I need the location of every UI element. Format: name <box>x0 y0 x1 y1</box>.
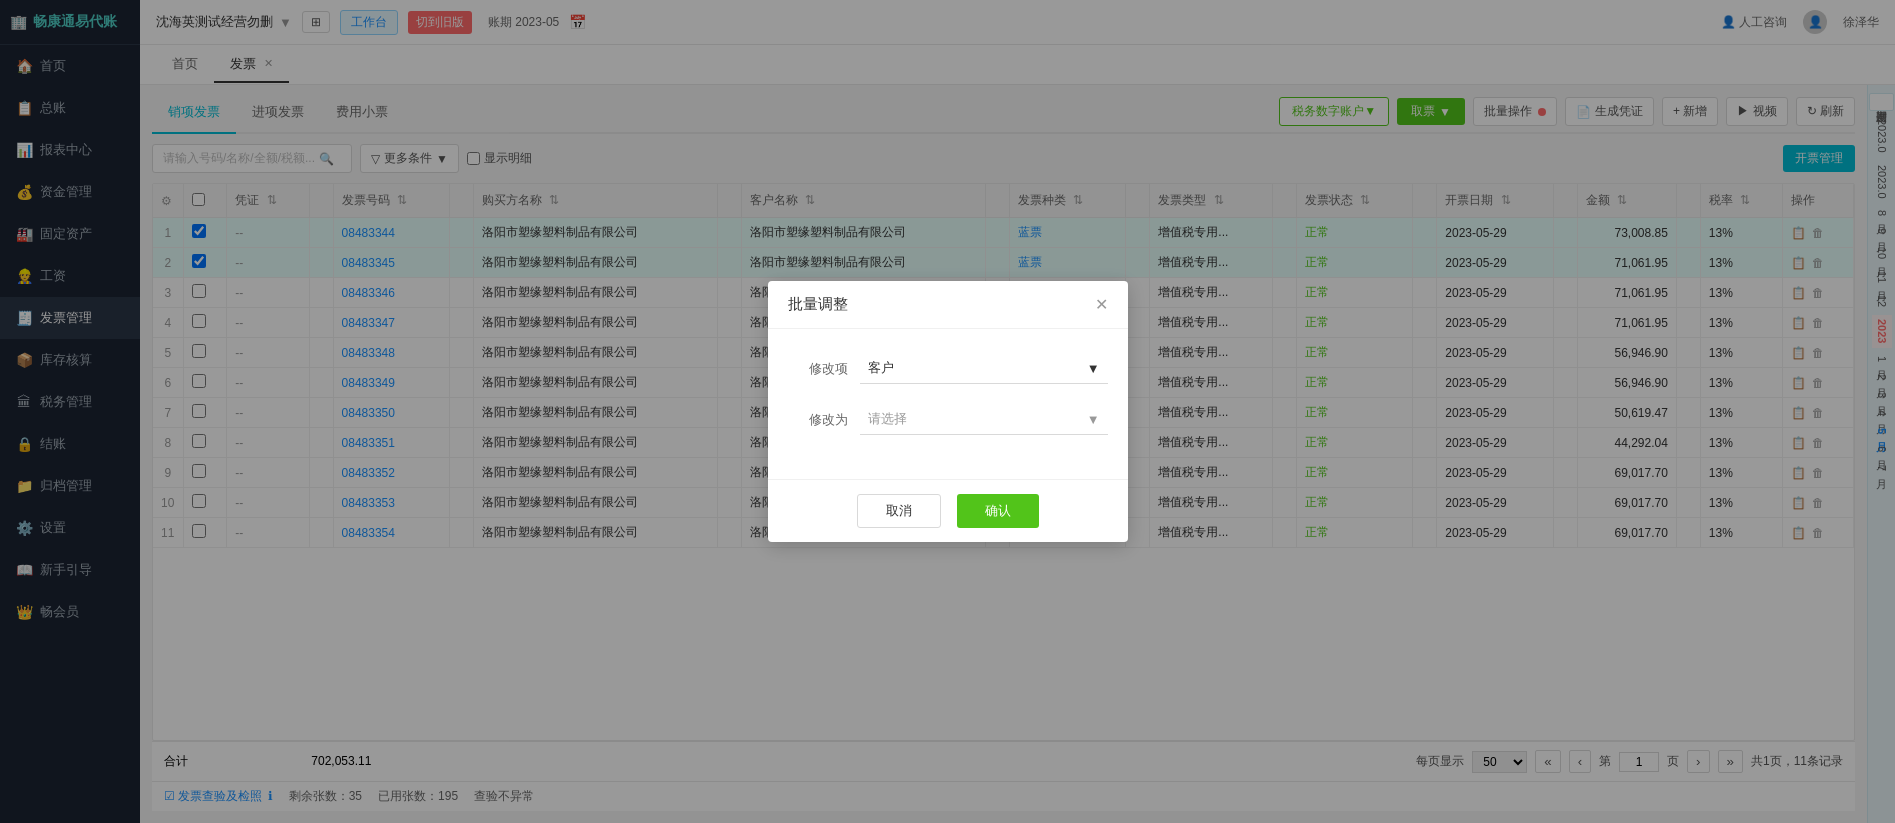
modify-field-row: 修改项 客户 ▼ <box>788 353 1108 384</box>
modify-field-dropdown-icon: ▼ <box>1087 361 1100 376</box>
modal-footer: 取消 确认 <box>768 479 1128 542</box>
batch-adjust-modal: 批量调整 ✕ 修改项 客户 ▼ 修改为 请选择 ▼ 取消 确认 <box>768 281 1128 542</box>
modal-close-btn[interactable]: ✕ <box>1095 295 1108 314</box>
modify-field-select[interactable]: 客户 ▼ <box>860 353 1108 384</box>
modify-value-label: 修改为 <box>788 411 848 429</box>
modify-field-value: 客户 <box>868 359 894 377</box>
modify-value-select[interactable]: 请选择 ▼ <box>860 404 1108 435</box>
modal-overlay[interactable]: 批量调整 ✕ 修改项 客户 ▼ 修改为 请选择 ▼ 取消 确认 <box>0 0 1895 823</box>
modal-title: 批量调整 <box>788 295 848 314</box>
modify-value-dropdown-icon: ▼ <box>1087 412 1100 427</box>
modify-field-label: 修改项 <box>788 360 848 378</box>
modal-body: 修改项 客户 ▼ 修改为 请选择 ▼ <box>768 329 1128 479</box>
confirm-btn[interactable]: 确认 <box>957 494 1039 528</box>
modify-value-row: 修改为 请选择 ▼ <box>788 404 1108 435</box>
modify-value-placeholder: 请选择 <box>868 410 907 428</box>
cancel-btn[interactable]: 取消 <box>857 494 941 528</box>
modal-header: 批量调整 ✕ <box>768 281 1128 329</box>
